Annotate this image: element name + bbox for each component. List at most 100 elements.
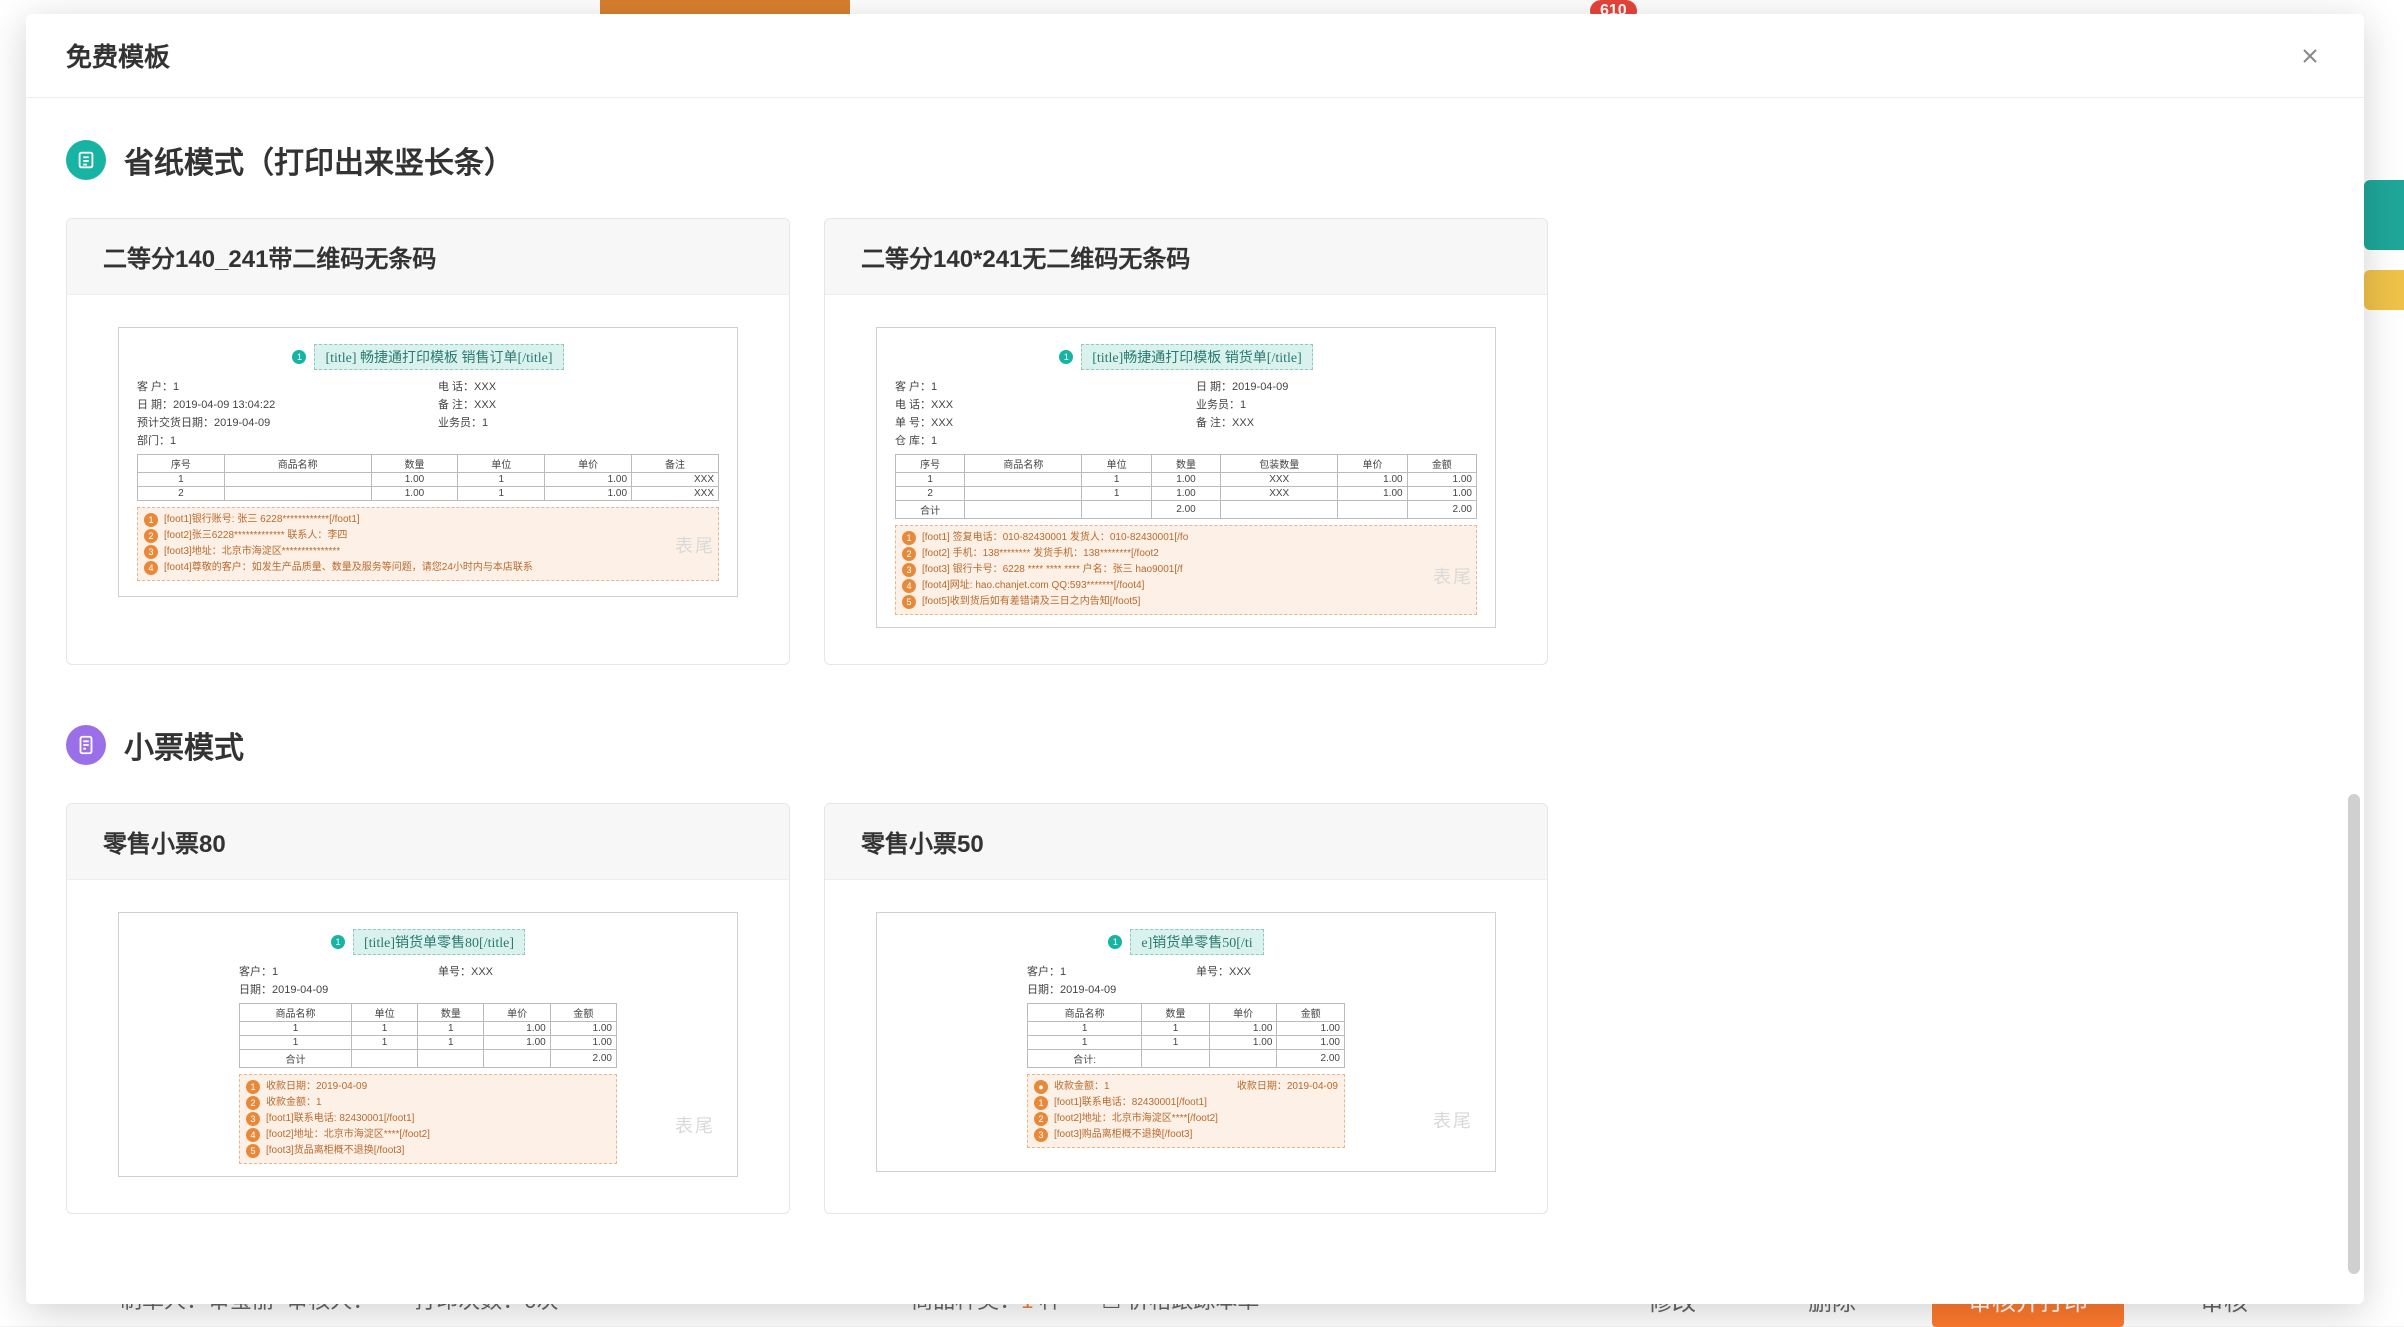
table-cell: 1.00 <box>484 1036 550 1050</box>
template-card[interactable]: 零售小票50 1 e]销货单零售50[/ti 客户：1单号：XXX日期：2019… <box>824 803 1548 1214</box>
table-cell: 1.00 <box>550 1022 616 1036</box>
table-row: 1111.001.00 <box>240 1022 617 1036</box>
preview-title-row: 1 [title] 畅捷通打印模板 销售订单[/title] <box>137 344 719 370</box>
table-header: 金额 <box>550 1004 616 1022</box>
preview-info: 客 户：1电 话：XXX日 期：2019-04-09 13:04:22备 注：X… <box>137 378 719 448</box>
footer-badge-icon: 4 <box>902 579 916 593</box>
template-preview: 1 [title]畅捷通打印模板 销货单[/title] 客 户：1 日 期：20… <box>876 327 1496 628</box>
section-icon <box>66 140 106 180</box>
table-row: 21.0011.00XXX <box>138 487 719 501</box>
table-cell <box>1338 501 1407 519</box>
table-cell: 1 <box>1142 1036 1210 1050</box>
table-cell: 1 <box>1082 473 1151 487</box>
footer-line: ●收款金额：1收款日期：2019-04-09 <box>1034 1079 1338 1095</box>
preview-footer: ●收款金额：1收款日期：2019-04-091[foot1]联系电话：82430… <box>1027 1074 1345 1148</box>
table-cell <box>1142 1050 1210 1068</box>
table-cell: 1.00 <box>371 487 458 501</box>
table-cell: 1.00 <box>1277 1022 1345 1036</box>
table-cell: 1 <box>1028 1022 1142 1036</box>
card-row: 二等分140_241带二维码无条码 1 [title] 畅捷通打印模板 销售订单… <box>66 218 2324 665</box>
table-header: 单价 <box>1209 1004 1277 1022</box>
template-card[interactable]: 二等分140_241带二维码无条码 1 [title] 畅捷通打印模板 销售订单… <box>66 218 790 665</box>
section-title: 小票模式 <box>124 723 244 767</box>
table-cell: 1 <box>896 473 965 487</box>
table-cell: 1.00 <box>1209 1022 1277 1036</box>
card-row: 零售小票80 1 [title]销货单零售80[/title] 客户：1单号：X… <box>66 803 2324 1214</box>
footer-line: 5[foot3]货品离柜概不退换[/foot3] <box>246 1143 610 1159</box>
table-cell: 1 <box>458 487 545 501</box>
table-header: 金额 <box>1277 1004 1345 1022</box>
table-header: 商品名称 <box>1028 1004 1142 1022</box>
footer-line: 3[foot1]联系电话: 82430001[/foot1] <box>246 1111 610 1127</box>
table-cell: 1.00 <box>1151 473 1220 487</box>
table-cell: 1.00 <box>1407 473 1476 487</box>
footer-line: 3[foot3]地址：北京市海淀区*************** <box>144 544 712 560</box>
table-cell: 合计 <box>240 1050 352 1068</box>
info-item: 日 期：2019-04-09 <box>1196 378 1477 394</box>
table-header: 商品名称 <box>224 455 371 473</box>
info-item: 单号：XXX <box>1196 963 1345 979</box>
table-cell: 1 <box>458 473 545 487</box>
table-cell <box>351 1050 417 1068</box>
preview-table: 序号商品名称数量单位单价备注11.0011.00XXX21.0011.00XXX <box>137 454 719 501</box>
table-header: 单位 <box>458 455 545 473</box>
footer-badge-icon: 2 <box>902 547 916 561</box>
footer-badge-icon: 4 <box>246 1128 260 1142</box>
title-badge-icon: 1 <box>1108 935 1122 949</box>
table-cell <box>484 1050 550 1068</box>
info-item: 预计交货日期：2019-04-09 <box>137 414 418 430</box>
table-cell <box>224 473 371 487</box>
footer-badge-icon: 2 <box>246 1096 260 1110</box>
footer-line: 2[foot2] 手机：138******** 发货手机：138********… <box>902 546 1470 562</box>
table-cell: 1.00 <box>1209 1036 1277 1050</box>
preview-title-row: 1 [title]畅捷通打印模板 销货单[/title] <box>895 344 1477 370</box>
table-header: 单位 <box>351 1004 417 1022</box>
info-item: 日期：2019-04-09 <box>1027 981 1176 997</box>
preview-title: [title] 畅捷通打印模板 销售订单[/title] <box>314 344 563 370</box>
table-row: 111.001.00 <box>1028 1022 1345 1036</box>
watermark: 表尾 <box>675 1112 715 1138</box>
footer-line: 3[foot3]购品离柜概不退换[/foot3] <box>1034 1127 1338 1143</box>
preview-title-row: 1 e]销货单零售50[/ti <box>1027 929 1345 955</box>
footer-line: 4[foot2]地址：北京市海淀区****[/foot2] <box>246 1127 610 1143</box>
footer-line: 2[foot2]地址：北京市海淀区****[/foot2] <box>1034 1111 1338 1127</box>
info-item: 客 户：1 <box>895 378 1176 394</box>
table-cell: 合计 <box>896 501 965 519</box>
footer-line: 1[foot1]银行账号: 张三 6228************[/foot1… <box>144 512 712 528</box>
template-card[interactable]: 零售小票80 1 [title]销货单零售80[/title] 客户：1单号：X… <box>66 803 790 1214</box>
section-header: 省纸模式（打印出来竖长条） <box>66 138 2324 182</box>
table-cell: 2.00 <box>1277 1050 1345 1068</box>
footer-line: 1[foot1] 签复电话：010-82430001 发货人：010-82430… <box>902 530 1470 546</box>
preview-table: 商品名称数量单价金额111.001.00111.001.00合计:2.00 <box>1027 1003 1345 1068</box>
preview-info: 客户：1单号：XXX日期：2019-04-09 <box>1027 963 1345 997</box>
free-template-modal: 免费模板 省纸模式（打印出来竖长条） 二等分140_241带二维码无条码 1 [… <box>26 14 2364 1304</box>
title-badge-icon: 1 <box>292 350 306 364</box>
footer-line: 2[foot2]张三6228************* 联系人：李四 <box>144 528 712 544</box>
template-card-body: 1 [title]畅捷通打印模板 销货单[/title] 客 户：1 日 期：20… <box>825 295 1547 664</box>
table-row: 111.00XXX1.001.00 <box>896 473 1477 487</box>
title-badge-icon: 1 <box>1059 350 1073 364</box>
footer-line: 3[foot3] 银行卡号：6228 **** **** **** 户名：张三 … <box>902 562 1470 578</box>
scrollbar-thumb[interactable] <box>2348 794 2360 1274</box>
footer-badge-icon: 1 <box>902 531 916 545</box>
table-cell: 2.00 <box>1407 501 1476 519</box>
watermark: 表尾 <box>675 532 715 558</box>
template-card[interactable]: 二等分140*241无二维码无条码 1 [title]畅捷通打印模板 销货单[/… <box>824 218 1548 665</box>
footer-line: 4[foot4]网址: hao.chanjet.com QQ:593******… <box>902 578 1470 594</box>
table-cell: 1 <box>240 1036 352 1050</box>
info-item: 单号：XXX <box>438 963 617 979</box>
watermark: 表尾 <box>1433 563 1473 589</box>
modal-body: 省纸模式（打印出来竖长条） 二等分140_241带二维码无条码 1 [title… <box>26 98 2364 1304</box>
table-cell <box>965 487 1082 501</box>
template-card-body: 1 [title] 畅捷通打印模板 销售订单[/title] 客 户：1电 话：… <box>67 295 789 633</box>
table-header: 单价 <box>545 455 632 473</box>
table-cell <box>965 501 1082 519</box>
table-cell: 1.00 <box>1338 473 1407 487</box>
template-card-title: 二等分140*241无二维码无条码 <box>825 219 1547 295</box>
preview-footer: 1收款日期：2019-04-092收款金额：13[foot1]联系电话: 824… <box>239 1074 617 1164</box>
table-cell: 1.00 <box>550 1036 616 1050</box>
close-button[interactable] <box>2292 38 2328 74</box>
table-header: 备注 <box>632 455 719 473</box>
preview-table: 序号商品名称单位数量包装数量单价金额111.00XXX1.001.00211.0… <box>895 454 1477 519</box>
template-card-body: 1 [title]销货单零售80[/title] 客户：1单号：XXX日期：20… <box>67 880 789 1213</box>
